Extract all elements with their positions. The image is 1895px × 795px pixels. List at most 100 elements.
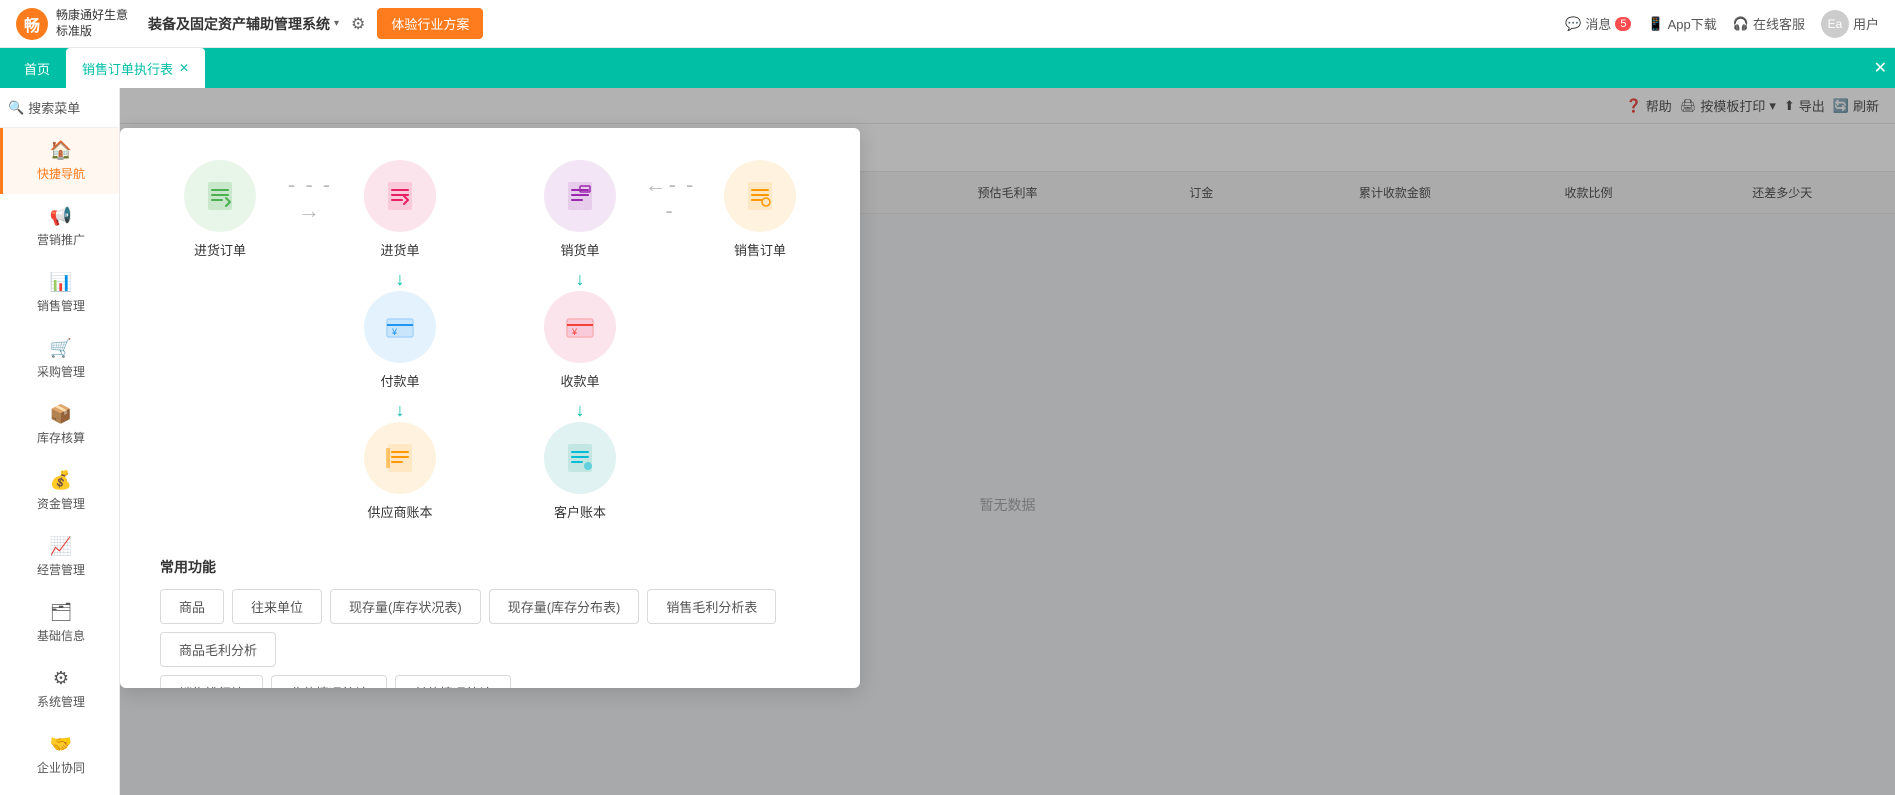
flow-label-purchase-order: 进货订单	[194, 240, 246, 259]
arrow-down-rec: ↓	[576, 398, 585, 422]
sidebar-label-basicinfo: 基础信息	[37, 627, 85, 644]
user-name: 用户	[1853, 14, 1879, 33]
sidebar-item-basicinfo[interactable]: 🗂 基础信息	[0, 590, 119, 656]
sidebar-label-quicknav: 快捷导航	[37, 165, 85, 182]
logo-icon: 畅	[16, 8, 48, 40]
nav-tabs: 首页 销售订单执行表 ✕ ✕	[0, 48, 1895, 88]
logo-area: 畅 畅康通好生意标准版	[16, 8, 136, 40]
flow-row-3: 供应商账本	[160, 422, 820, 521]
sidebar-icon-quicknav: 🏠	[50, 140, 72, 161]
sidebar-search-label: 搜索菜单	[28, 98, 80, 117]
flow-label-payment: 付款单	[380, 371, 419, 390]
sidebar-item-system[interactable]: ⚙ 系统管理	[0, 656, 119, 722]
sidebar-icon-basicinfo: 🗂	[50, 602, 73, 623]
flow-circle-supplier-ledger	[364, 422, 436, 494]
svg-text:¥: ¥	[571, 327, 578, 337]
app-download-label: App下载	[1668, 14, 1717, 33]
sidebar-item-marketing[interactable]: 📢 营销推广	[0, 194, 119, 260]
flow-vertical-arrows-2: ↓ ↓	[160, 398, 820, 422]
message-badge: 5	[1615, 17, 1631, 31]
trial-button[interactable]: 体验行业方案	[377, 8, 483, 39]
sidebar-item-purchase[interactable]: 🛒 采购管理	[0, 326, 119, 392]
flow-circle-sale-bill	[544, 160, 616, 232]
flow-node-sale-order[interactable]: 销售订单	[700, 160, 820, 259]
svg-text:¥: ¥	[391, 327, 398, 337]
sidebar-icon-inventory: 📦	[50, 404, 72, 425]
func-btn-product-gross[interactable]: 商品毛利分析	[160, 632, 276, 667]
tab-home-label: 首页	[24, 59, 50, 78]
app-download-icon: 📱	[1647, 16, 1663, 32]
flow-circle-purchase-order	[184, 160, 256, 232]
message-icon: 💬	[1565, 16, 1581, 32]
sidebar-icon-sales: 📊	[50, 272, 72, 293]
sidebar-icon-purchase: 🛒	[50, 338, 72, 359]
user-avatar-area[interactable]: Ea 用户	[1821, 10, 1879, 38]
func-buttons: 商品 往来单位 现存量(库存状况表) 现存量(库存分布表) 销售毛利分析表 商品…	[160, 589, 820, 667]
sidebar-item-quicknav[interactable]: 🏠 快捷导航	[0, 128, 119, 194]
sidebar-label-operations: 经营管理	[37, 561, 85, 578]
header-right: 💬 消息 5 📱 App下载 🎧 在线客服 Ea 用户	[1565, 10, 1879, 38]
app-download-action[interactable]: 📱 App下载	[1647, 14, 1716, 33]
arrow-down-pb: ↓	[396, 267, 405, 291]
modal-overlay[interactable]: 进货订单 - - - →	[120, 88, 1895, 795]
sidebar-label-enterprise: 企业协同	[37, 759, 85, 776]
flow-label-purchase-bill: 进货单	[380, 240, 419, 259]
search-icon: 🔍	[8, 100, 24, 116]
nav-close-all-icon[interactable]: ✕	[1874, 58, 1887, 78]
flow-circle-receipt: ¥	[544, 291, 616, 363]
sidebar-icon-marketing: 📢	[50, 206, 72, 227]
flow-label-customer-ledger: 客户账本	[554, 502, 606, 521]
tab-sales-order-label: 销售订单执行表	[82, 59, 173, 78]
sidebar-icon-finance: 💰	[50, 470, 72, 491]
func-btn-sales-gross[interactable]: 销售毛利分析表	[647, 589, 776, 624]
sidebar-label-inventory: 库存核算	[37, 429, 85, 446]
flow-row-2: ¥ 付款单	[160, 291, 820, 390]
flow-label-supplier-ledger: 供应商账本	[367, 502, 432, 521]
sidebar: 🔍 搜索菜单 🏠 快捷导航 📢 营销推广 📊 销售管理 🛒 采购管理 📦	[0, 88, 120, 795]
flow-node-supplier-ledger[interactable]: 供应商账本	[340, 422, 460, 521]
func-btn-partner[interactable]: 往来单位	[232, 589, 322, 624]
tab-sales-order[interactable]: 销售订单执行表 ✕	[66, 48, 205, 88]
sidebar-item-enterprise[interactable]: 🤝 企业协同	[0, 722, 119, 788]
online-service-action[interactable]: 🎧 在线客服	[1733, 14, 1805, 33]
online-service-label: 在线客服	[1753, 14, 1805, 33]
sidebar-icon-system: ⚙	[53, 668, 69, 689]
flow-node-purchase-order[interactable]: 进货订单	[160, 160, 280, 259]
flow-node-customer-ledger[interactable]: 客户账本	[520, 422, 640, 521]
common-func-title: 常用功能	[160, 557, 820, 577]
sidebar-label-sales: 销售管理	[37, 297, 85, 314]
flow-arrow-so-to-sb: ←- - -	[640, 172, 700, 224]
flow-node-purchase-bill[interactable]: 进货单	[340, 160, 460, 259]
message-action[interactable]: 💬 消息 5	[1565, 14, 1631, 33]
tab-home[interactable]: 首页	[8, 48, 66, 88]
sidebar-search[interactable]: 🔍 搜索菜单	[0, 88, 119, 128]
arrow-down-pay: ↓	[396, 398, 405, 422]
flow-circle-customer-ledger	[544, 422, 616, 494]
settings-icon[interactable]: ⚙	[351, 14, 365, 34]
func-btn-sales-rank[interactable]: 销售排行榜	[160, 675, 263, 688]
system-title: 装备及固定资产辅助管理系统	[148, 14, 330, 34]
flow-diagram: 进货订单 - - - →	[160, 160, 820, 529]
flow-label-sale-bill: 销货单	[560, 240, 599, 259]
title-dropdown-arrow: ▾	[334, 18, 339, 29]
sidebar-item-newguide[interactable]: 📖 新手引导	[0, 788, 119, 795]
func-btn-receipt-stat[interactable]: 收款情况统计	[271, 675, 387, 688]
flow-node-payment[interactable]: ¥ 付款单	[340, 291, 460, 390]
sidebar-item-inventory[interactable]: 📦 库存核算	[0, 392, 119, 458]
flow-node-receipt[interactable]: ¥ 收款单	[520, 291, 640, 390]
flow-row-1: 进货订单 - - - →	[160, 160, 820, 259]
func-btn-payment-stat[interactable]: 付款情况统计	[395, 675, 511, 688]
sidebar-icon-enterprise: 🤝	[50, 734, 72, 755]
tab-close-icon[interactable]: ✕	[179, 61, 189, 75]
func-btn-stock-status[interactable]: 现存量(库存状况表)	[330, 589, 481, 624]
sidebar-item-finance[interactable]: 💰 资金管理	[0, 458, 119, 524]
func-btn-product[interactable]: 商品	[160, 589, 224, 624]
sidebar-item-sales[interactable]: 📊 销售管理	[0, 260, 119, 326]
func-btn-stock-dist[interactable]: 现存量(库存分布表)	[489, 589, 640, 624]
system-title-dropdown[interactable]: 装备及固定资产辅助管理系统 ▾	[148, 14, 339, 34]
flow-label-receipt: 收款单	[560, 371, 599, 390]
message-label: 消息	[1585, 14, 1611, 33]
flow-node-sale-bill[interactable]: 销货单	[520, 160, 640, 259]
quick-nav-popup: 进货订单 - - - →	[120, 128, 860, 688]
sidebar-item-operations[interactable]: 📈 经营管理	[0, 524, 119, 590]
